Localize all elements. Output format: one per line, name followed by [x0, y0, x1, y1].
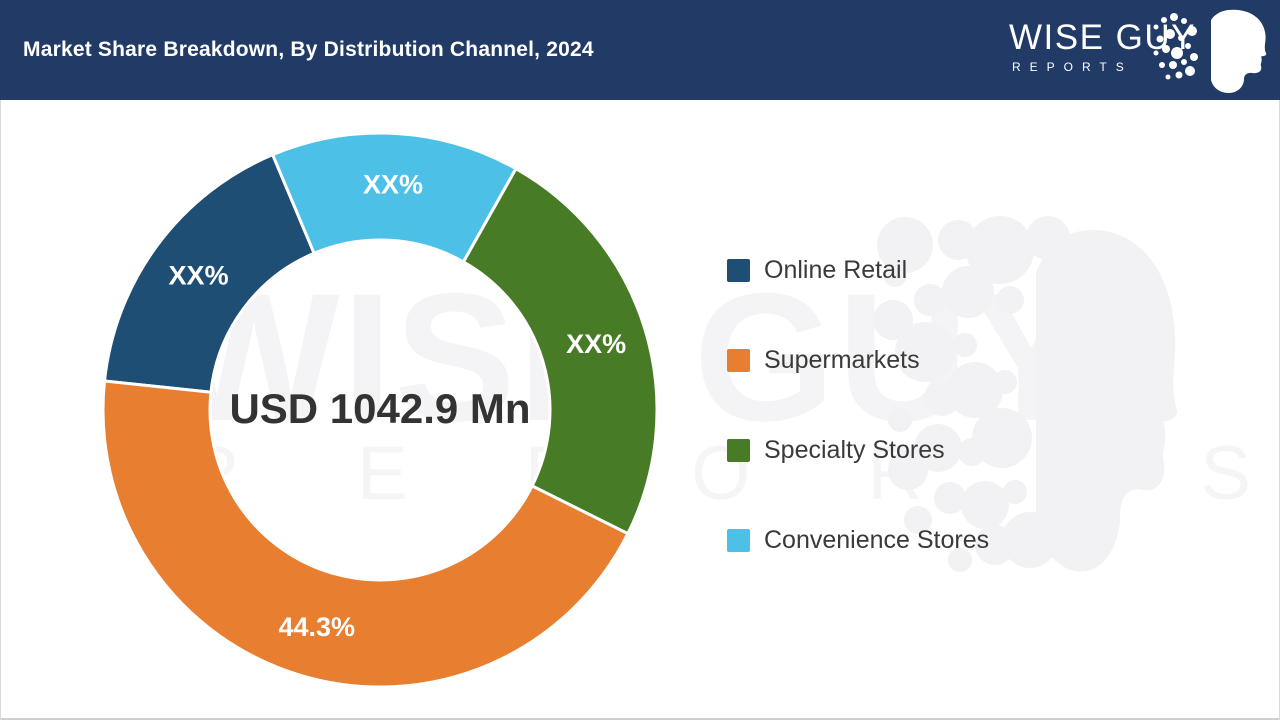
segment-value-label: XX%: [169, 260, 229, 290]
legend-label: Convenience Stores: [764, 525, 990, 554]
header-bar: Market Share Breakdown, By Distribution …: [0, 0, 1280, 100]
logo-face-icon: [1153, 9, 1267, 94]
center-value-label: USD 1042.9 Mn: [229, 385, 531, 432]
legend-label: Online Retail: [764, 255, 908, 284]
legend: Online Retail Supermarkets Specialty Store…: [727, 253, 989, 613]
legend-swatch-specialty-stores: [727, 438, 750, 462]
legend-item-online-retail: Online Retail: [727, 253, 989, 287]
segment-value-label: XX%: [566, 329, 626, 359]
legend-label: Specialty Stores: [764, 435, 945, 464]
legend-swatch-supermarkets: [727, 348, 750, 372]
segment-value-label: 44.3%: [278, 612, 355, 642]
legend-item-convenience-stores: Convenience Stores: [727, 523, 989, 557]
legend-swatch-online-retail: [727, 258, 750, 282]
legend-item-specialty-stores: Specialty Stores: [727, 433, 989, 467]
donut-segment-specialty-stores: [461, 166, 659, 536]
page-title: Market Share Breakdown, By Distribution …: [23, 38, 594, 61]
infographic-page: Market Share Breakdown, By Distribution …: [0, 0, 1280, 720]
legend-item-supermarkets: Supermarkets: [727, 343, 989, 377]
legend-label: Supermarkets: [764, 345, 920, 374]
legend-swatch-convenience-stores: [727, 528, 750, 552]
segment-value-label: XX%: [363, 169, 423, 199]
